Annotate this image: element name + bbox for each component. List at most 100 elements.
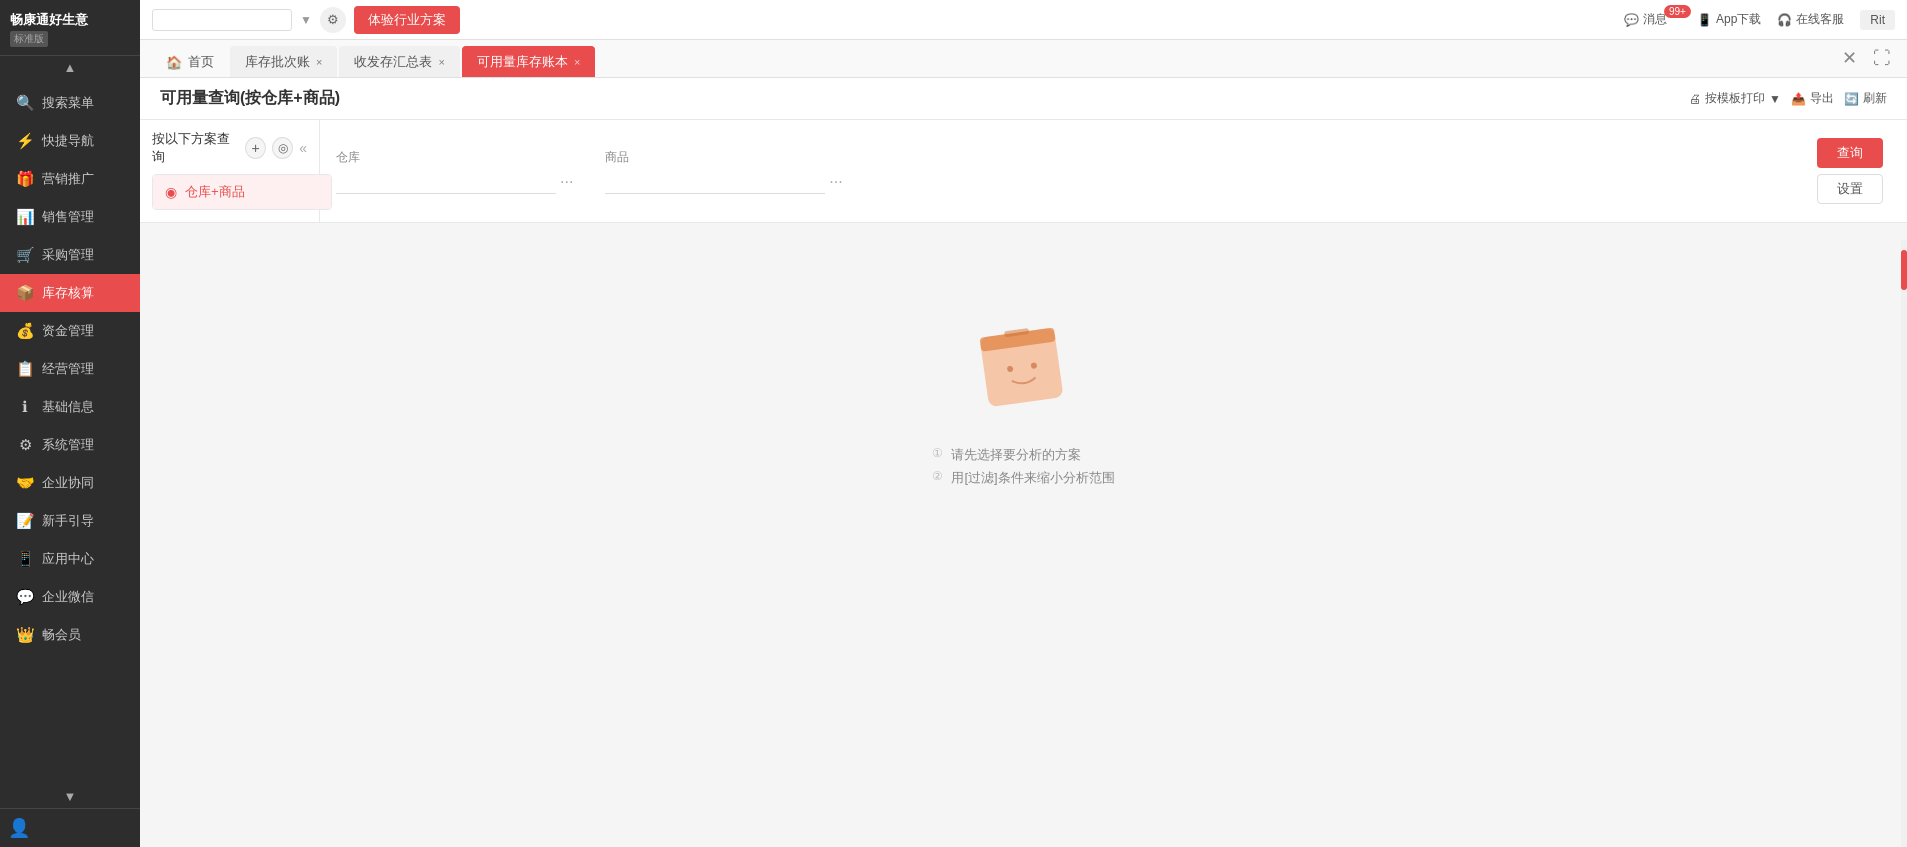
- sidebar-item-finance[interactable]: 💰 资金管理: [0, 312, 140, 350]
- filter-fields: 仓库 ··· 商品 ···: [320, 120, 1907, 222]
- sidebar-item-marketing[interactable]: 🎁 营销推广: [0, 160, 140, 198]
- filter-scheme-settings-button[interactable]: ◎: [272, 137, 293, 159]
- app-icon: 📱: [16, 550, 34, 568]
- window-controls: ✕ ⛶: [1838, 43, 1895, 77]
- tab-stock-summary[interactable]: 收发存汇总表 ×: [339, 46, 459, 77]
- topbar-search-input[interactable]: [152, 9, 292, 31]
- topbar-search-area: [152, 9, 292, 31]
- sidebar-item-management[interactable]: 📋 经营管理: [0, 350, 140, 388]
- filter-warehouse-field: 仓库 ···: [336, 149, 573, 194]
- enterprise-icon: 🤝: [16, 474, 34, 492]
- sidebar-footer: 👤: [0, 808, 140, 847]
- topbar-service-btn[interactable]: 🎧 在线客服: [1777, 11, 1844, 28]
- export-button[interactable]: 📤 导出: [1791, 90, 1834, 107]
- sales-icon: 📊: [16, 208, 34, 226]
- empty-state: ① 请先选择要分析的方案 ② 用[过滤]条件来缩小分析范围: [140, 227, 1907, 570]
- sidebar-item-label: 系统管理: [42, 436, 94, 454]
- tab-available-inventory-close[interactable]: ×: [574, 56, 580, 68]
- tab-home[interactable]: 🏠 首页: [152, 47, 228, 77]
- sidebar-item-label: 采购管理: [42, 246, 94, 264]
- main-area: ▼ ⚙ 体验行业方案 💬 消息 99+ 📱 App下载 🎧 在线客服: [140, 0, 1907, 847]
- refresh-button[interactable]: 🔄 刷新: [1844, 90, 1887, 107]
- sidebar-item-label: 经营管理: [42, 360, 94, 378]
- hint-num-1: ①: [932, 443, 943, 465]
- print-icon: 🖨: [1689, 92, 1701, 106]
- tab-available-inventory[interactable]: 可用量库存账本 ×: [462, 46, 595, 77]
- sidebar-item-member[interactable]: 👑 畅会员: [0, 616, 140, 654]
- filter-warehouse-label: 仓库: [336, 149, 573, 166]
- tab-home-label: 首页: [188, 53, 214, 71]
- scheme-panel: ◉ 仓库+商品: [152, 174, 332, 210]
- filter-add-button[interactable]: +: [245, 137, 266, 159]
- sidebar-scroll-down[interactable]: ▼: [0, 784, 140, 808]
- newbie-icon: 📝: [16, 512, 34, 530]
- sidebar: 畅康通好生意 标准版 ▲ 🔍 搜索菜单 ⚡ 快捷导航 🎁 营销推广 📊 销售管理: [0, 0, 140, 847]
- topbar-dropdown-btn[interactable]: ▼: [300, 13, 312, 27]
- sidebar-item-label: 新手引导: [42, 512, 94, 530]
- tab-inventory-batch[interactable]: 库存批次账 ×: [230, 46, 337, 77]
- sidebar-item-search[interactable]: 🔍 搜索菜单: [0, 84, 140, 122]
- sidebar-nav: 🔍 搜索菜单 ⚡ 快捷导航 🎁 营销推广 📊 销售管理 🛒 采购管理 📦: [0, 80, 140, 784]
- tab-stock-summary-close[interactable]: ×: [438, 56, 444, 68]
- topbar-message-btn[interactable]: 💬 消息 99+: [1624, 11, 1681, 28]
- filter-controls: 按以下方案查询 + ◎ «: [152, 130, 307, 166]
- window-maximize-button[interactable]: ⛶: [1869, 44, 1895, 73]
- sidebar-scroll-up[interactable]: ▲: [0, 56, 140, 80]
- export-icon: 📤: [1791, 92, 1806, 106]
- filter-product-field: 商品 ···: [605, 149, 842, 194]
- window-close-button[interactable]: ✕: [1838, 43, 1861, 73]
- sidebar-item-label: 畅会员: [42, 626, 81, 644]
- filter-action-buttons: 查询 设置: [1809, 130, 1891, 212]
- sidebar-item-shortcut[interactable]: ⚡ 快捷导航: [0, 122, 140, 160]
- topbar-user-btn[interactable]: Rit: [1860, 10, 1895, 30]
- query-button[interactable]: 查询: [1817, 138, 1883, 168]
- empty-hint-1-text: 请先选择要分析的方案: [951, 443, 1081, 466]
- empty-hint-2-text: 用[过滤]条件来缩小分析范围: [951, 466, 1114, 489]
- print-button[interactable]: 🖨 按模板打印 ▼: [1689, 90, 1781, 107]
- inventory-icon: 📦: [16, 284, 34, 302]
- tab-inventory-batch-close[interactable]: ×: [316, 56, 322, 68]
- sidebar-item-newbie[interactable]: 📝 新手引导: [0, 502, 140, 540]
- sidebar-item-enterprise[interactable]: 🤝 企业协同: [0, 464, 140, 502]
- sidebar-item-inventory[interactable]: 📦 库存核算: [0, 274, 140, 312]
- filter-product-input-row: ···: [605, 170, 842, 194]
- sidebar-item-wechat[interactable]: 💬 企业微信: [0, 578, 140, 616]
- marketing-icon: 🎁: [16, 170, 34, 188]
- sidebar-item-sales[interactable]: 📊 销售管理: [0, 198, 140, 236]
- page-actions: 🖨 按模板打印 ▼ 📤 导出 🔄 刷新: [1689, 90, 1887, 107]
- wechat-icon: 💬: [16, 588, 34, 606]
- sidebar-header: 畅康通好生意 标准版: [0, 0, 140, 56]
- topbar-app-download-btn[interactable]: 📱 App下载: [1697, 11, 1761, 28]
- app-download-label: App下载: [1716, 11, 1761, 28]
- topbar-right: 💬 消息 99+ 📱 App下载 🎧 在线客服 Rit: [1624, 10, 1895, 30]
- scheme-item-warehouse-product[interactable]: ◉ 仓库+商品: [153, 175, 331, 209]
- sidebar-item-app[interactable]: 📱 应用中心: [0, 540, 140, 578]
- sidebar-item-label: 应用中心: [42, 550, 94, 568]
- filter-product-input[interactable]: [605, 170, 825, 194]
- filter-warehouse-more-button[interactable]: ···: [560, 173, 573, 191]
- filter-product-more-button[interactable]: ···: [829, 173, 842, 191]
- setting-button[interactable]: 设置: [1817, 174, 1883, 204]
- filter-collapse-button[interactable]: «: [299, 140, 307, 156]
- message-badge: 99+: [1664, 5, 1691, 18]
- service-label: 在线客服: [1796, 11, 1844, 28]
- brand-edition: 标准版: [10, 31, 48, 47]
- empty-illustration-svg: [964, 307, 1084, 427]
- empty-hint-2: ② 用[过滤]条件来缩小分析范围: [932, 466, 1114, 489]
- filter-scheme-header: 按以下方案查询 + ◎ « ◉ 仓库+商品: [140, 120, 320, 222]
- industry-solution-button[interactable]: 体验行业方案: [354, 6, 460, 34]
- sidebar-item-purchase[interactable]: 🛒 采购管理: [0, 236, 140, 274]
- sidebar-item-basic[interactable]: ℹ 基础信息: [0, 388, 140, 426]
- scheme-item-icon: ◉: [165, 184, 177, 200]
- export-label: 导出: [1810, 90, 1834, 107]
- app-download-icon: 📱: [1697, 13, 1712, 27]
- right-scrollbar[interactable]: [1901, 240, 1907, 847]
- sidebar-user-icon[interactable]: 👤: [8, 817, 30, 839]
- filter-warehouse-input[interactable]: [336, 170, 556, 194]
- finance-icon: 💰: [16, 322, 34, 340]
- topbar-gear-btn[interactable]: ⚙: [320, 7, 346, 33]
- scrollbar-thumb: [1901, 250, 1907, 290]
- sidebar-item-system[interactable]: ⚙ 系统管理: [0, 426, 140, 464]
- page-title: 可用量查询(按仓库+商品): [160, 88, 340, 109]
- brand-name: 畅康通好生意: [10, 12, 130, 29]
